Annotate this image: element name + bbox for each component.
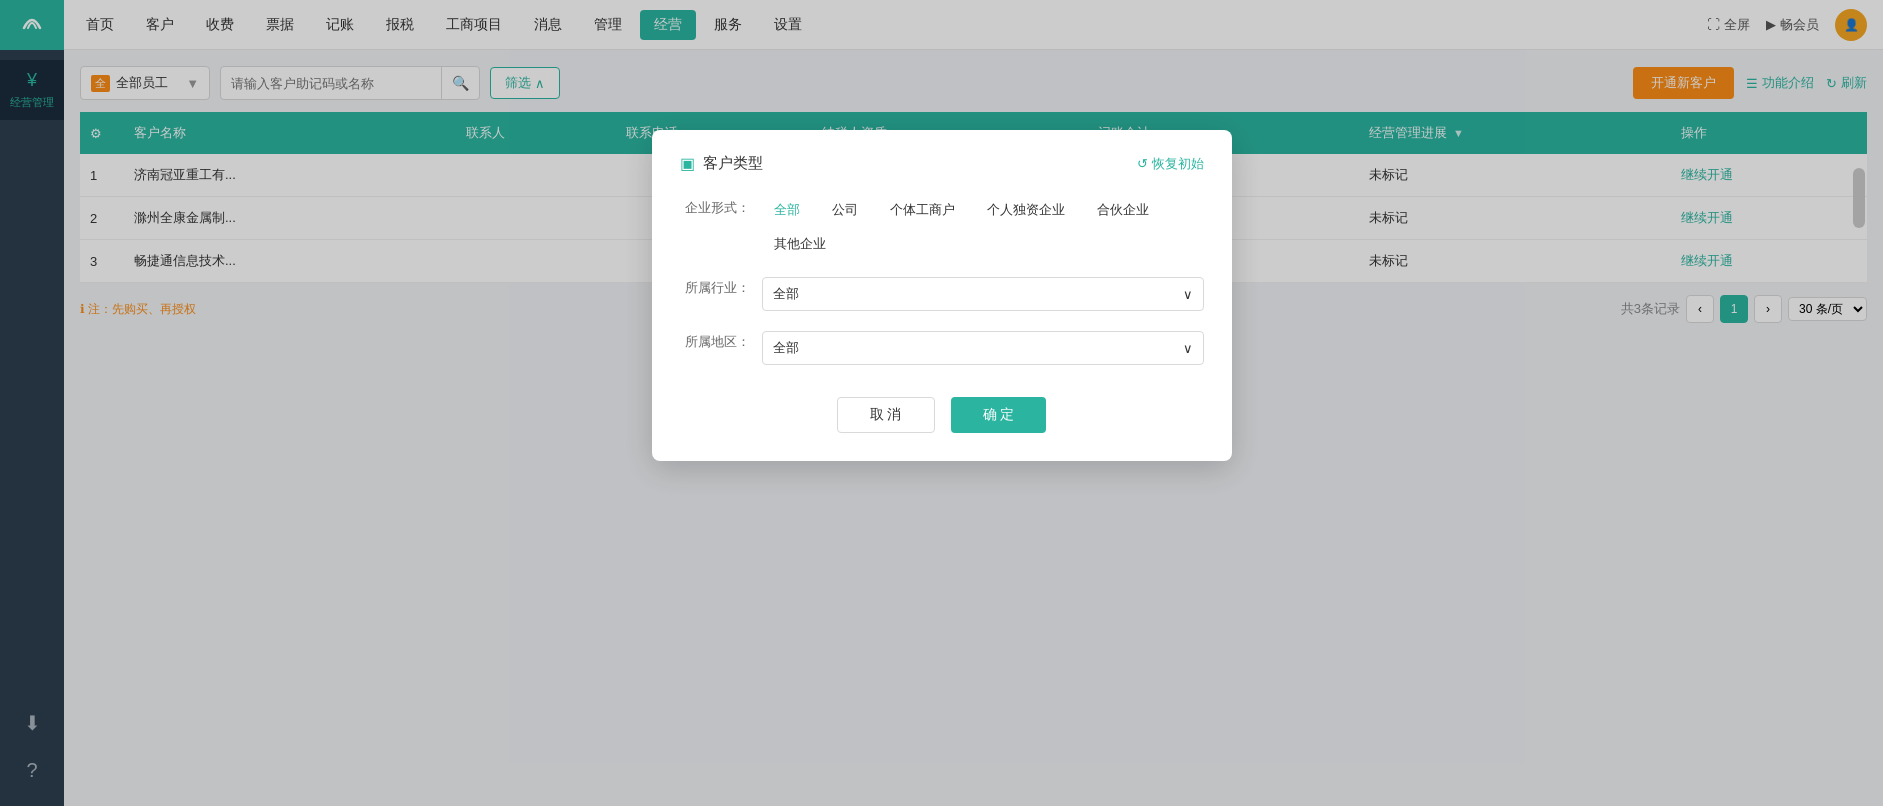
modal-reset-btn[interactable]: ↺ 恢复初始 — [1137, 155, 1204, 173]
reset-icon: ↺ — [1137, 156, 1148, 171]
region-row: 所属地区： 全部 ∨ — [680, 331, 1204, 365]
cancel-button[interactable]: 取 消 — [837, 397, 935, 433]
enterprise-form-row: 企业形式： 全部 公司 个体工商户 个人独资企业 合伙企业 其他企业 — [680, 197, 1204, 257]
type-company[interactable]: 公司 — [820, 197, 870, 223]
region-select[interactable]: 全部 ∨ — [762, 331, 1204, 365]
region-chevron-icon: ∨ — [1183, 341, 1193, 356]
enterprise-type-tags: 全部 公司 个体工商户 个人独资企业 合伙企业 其他企业 — [762, 197, 1204, 257]
reset-label: 恢复初始 — [1152, 155, 1204, 173]
type-all[interactable]: 全部 — [762, 197, 812, 223]
type-individual[interactable]: 个体工商户 — [878, 197, 967, 223]
type-partnership[interactable]: 合伙企业 — [1085, 197, 1161, 223]
region-body: 全部 ∨ — [762, 331, 1204, 365]
modal-title: ▣ 客户类型 — [680, 154, 763, 173]
enterprise-form-body: 全部 公司 个体工商户 个人独资企业 合伙企业 其他企业 — [762, 197, 1204, 257]
confirm-button[interactable]: 确 定 — [951, 397, 1047, 433]
industry-value: 全部 — [773, 285, 799, 303]
modal-footer: 取 消 确 定 — [680, 397, 1204, 433]
type-other[interactable]: 其他企业 — [762, 231, 838, 257]
industry-select[interactable]: 全部 ∨ — [762, 277, 1204, 311]
region-label: 所属地区： — [680, 331, 750, 351]
industry-label: 所属行业： — [680, 277, 750, 297]
modal-header: ▣ 客户类型 ↺ 恢复初始 — [680, 154, 1204, 173]
filter-modal: ▣ 客户类型 ↺ 恢复初始 企业形式： 全部 公司 个体工商户 个人独资企业 合… — [652, 130, 1232, 461]
industry-chevron-icon: ∨ — [1183, 287, 1193, 302]
modal-title-text: 客户类型 — [703, 154, 763, 173]
modal-overlay: ▣ 客户类型 ↺ 恢复初始 企业形式： 全部 公司 个体工商户 个人独资企业 合… — [0, 0, 1883, 806]
type-sole[interactable]: 个人独资企业 — [975, 197, 1077, 223]
industry-body: 全部 ∨ — [762, 277, 1204, 311]
modal-title-icon: ▣ — [680, 154, 695, 173]
enterprise-form-label: 企业形式： — [680, 197, 750, 217]
region-value: 全部 — [773, 339, 799, 357]
industry-row: 所属行业： 全部 ∨ — [680, 277, 1204, 311]
